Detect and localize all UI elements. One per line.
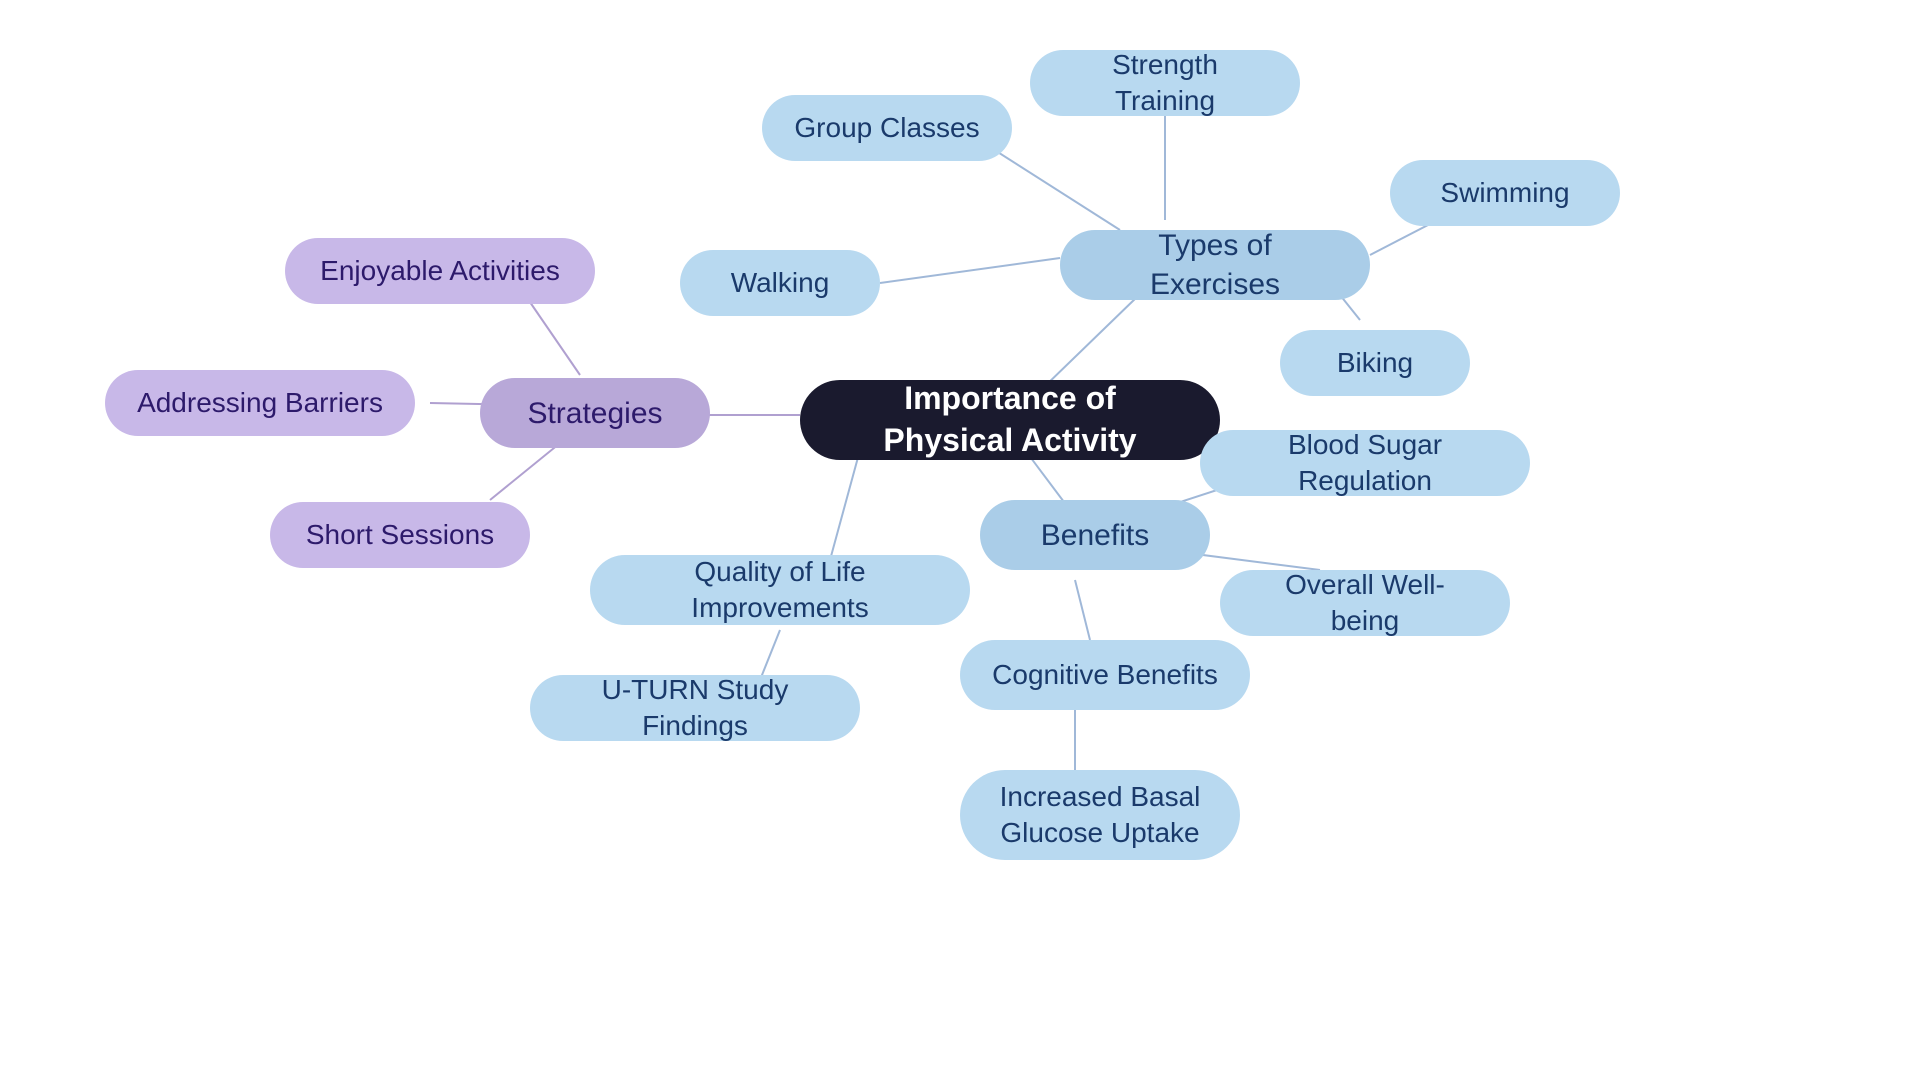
strength-training-node: Strength Training [1030,50,1300,116]
blood-sugar-regulation-node: Blood Sugar Regulation [1200,430,1530,496]
strategies-node: Strategies [480,378,710,448]
cognitive-benefits-node: Cognitive Benefits [960,640,1250,710]
center-node: Importance of Physical Activity [800,380,1220,460]
uturn-study-node: U-TURN Study Findings [530,675,860,741]
benefits-node: Benefits [980,500,1210,570]
biking-node: Biking [1280,330,1470,396]
overall-wellbeing-node: Overall Well-being [1220,570,1510,636]
addressing-barriers-node: Addressing Barriers [105,370,415,436]
walking-node: Walking [680,250,880,316]
types-of-exercises-node: Types of Exercises [1060,230,1370,300]
increased-basal-glucose-node: Increased Basal Glucose Uptake [960,770,1240,860]
quality-of-life-node: Quality of Life Improvements [590,555,970,625]
swimming-node: Swimming [1390,160,1620,226]
group-classes-node: Group Classes [762,95,1012,161]
short-sessions-node: Short Sessions [270,502,530,568]
enjoyable-activities-node: Enjoyable Activities [285,238,595,304]
